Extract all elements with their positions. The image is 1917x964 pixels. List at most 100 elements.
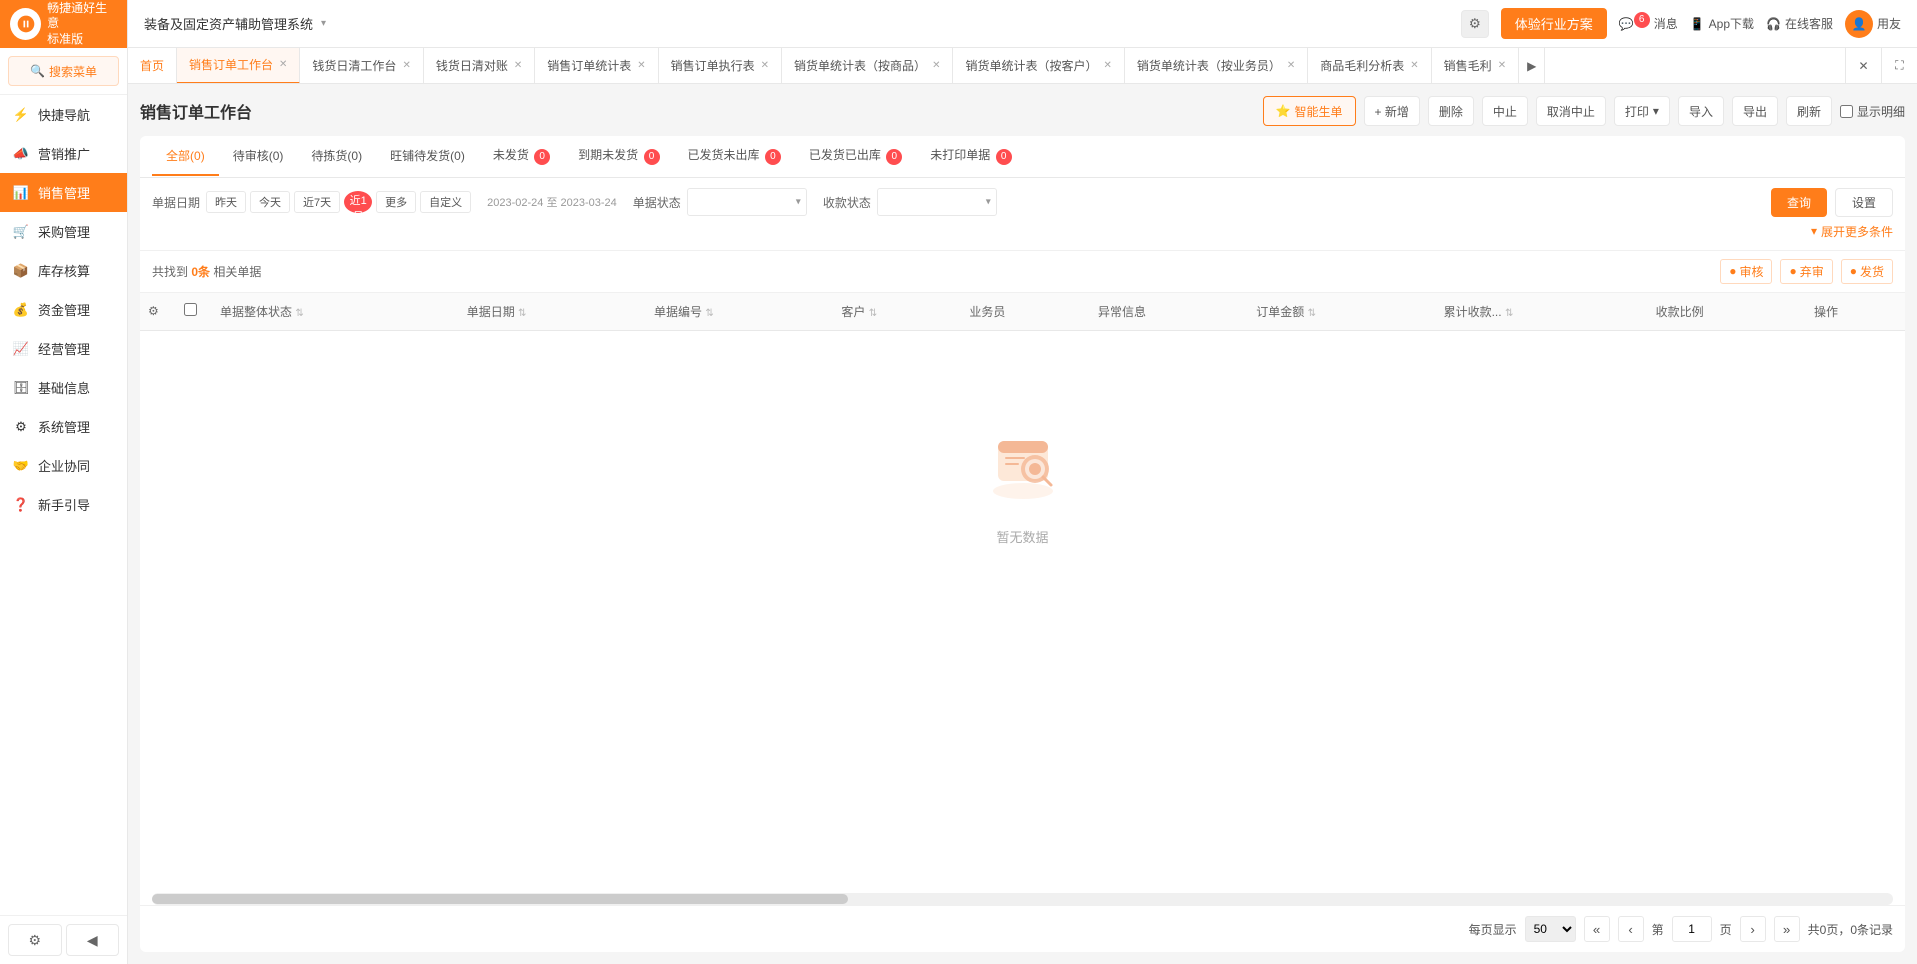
tab-home[interactable]: 首页 — [128, 48, 177, 84]
date-sort-icon[interactable]: ⇅ — [518, 308, 526, 319]
per-page-select[interactable]: 50 100 200 — [1525, 916, 1576, 942]
number-sort-icon[interactable]: ⇅ — [705, 308, 713, 319]
prev-page-button[interactable]: ‹ — [1618, 916, 1644, 942]
filter-tab-not-shipped[interactable]: 未发货 0 — [479, 136, 564, 177]
filter-tab-shipped-not-out[interactable]: 已发货未出库 0 — [674, 136, 795, 177]
delete-button[interactable]: 删除 — [1428, 96, 1474, 126]
sidebar-nav-item-operation[interactable]: 📈 经营管理 — [0, 329, 127, 368]
tab-close-sales-stats[interactable]: ✕ — [637, 60, 645, 71]
more-btn[interactable]: 更多 — [376, 191, 416, 213]
custom-btn[interactable]: 自定义 — [420, 191, 471, 213]
tab-close-sales-workbench[interactable]: ✕ — [279, 59, 287, 70]
last-page-button[interactable]: » — [1774, 916, 1800, 942]
filter-tab-overdue[interactable]: 到期未发货 0 — [564, 136, 673, 177]
tab-close-product-margin[interactable]: ✕ — [1410, 60, 1418, 71]
sidebar-nav-item-marketing[interactable]: 📣 营销推广 — [0, 134, 127, 173]
collected-sort-icon[interactable]: ⇅ — [1505, 308, 1513, 319]
export-button[interactable]: 导出 — [1732, 96, 1778, 126]
tab-fullscreen-button[interactable]: ⛶ — [1881, 48, 1917, 84]
show-detail-input[interactable] — [1840, 105, 1853, 118]
print-button[interactable]: 打印 ▾ — [1614, 96, 1670, 126]
tab-close-sales-summary-customer[interactable]: ✕ — [1103, 60, 1111, 71]
set-button[interactable]: 设置 — [1835, 188, 1893, 217]
filter-tab-shipped-out[interactable]: 已发货已出库 0 — [795, 136, 916, 177]
show-detail-checkbox[interactable]: 显示明细 — [1840, 103, 1905, 120]
col-checkbox[interactable] — [176, 293, 212, 331]
user-tool[interactable]: 👤 用友 — [1845, 10, 1901, 38]
app-download-tool[interactable]: 📱 App下载 — [1690, 15, 1754, 32]
tab-more-button[interactable]: ▶ — [1519, 48, 1545, 84]
ship-batch-button[interactable]: ● 发货 — [1841, 259, 1893, 284]
tab-product-margin[interactable]: 商品毛利分析表 ✕ — [1308, 48, 1431, 84]
yesterday-btn[interactable]: 昨天 — [206, 191, 246, 213]
filter-tab-pending-review[interactable]: 待审核(0) — [219, 137, 298, 176]
tab-close-sales-more[interactable]: ✕ — [1498, 60, 1506, 71]
sidebar-nav-item-system[interactable]: ⚙ 系统管理 — [0, 407, 127, 446]
industry-btn[interactable]: 体验行业方案 — [1501, 8, 1607, 39]
tab-sales-stats[interactable]: 销售订单统计表 ✕ — [535, 48, 658, 84]
payment-select[interactable] — [877, 188, 997, 216]
search-button[interactable]: 查询 — [1771, 188, 1827, 217]
table-scroll-area[interactable]: ⚙ 单据整体状态 ⇅ 单据日期 ⇅ — [140, 293, 1905, 894]
date-filter-label: 单据日期 — [152, 194, 200, 211]
tab-sales-summary-customer[interactable]: 销货单统计表（按客户） ✕ — [953, 48, 1124, 84]
sidebar-nav-item-sales[interactable]: 📊 销售管理 — [0, 173, 127, 212]
sidebar-nav-item-finance[interactable]: 💰 资金管理 — [0, 290, 127, 329]
cancel-review-batch-button[interactable]: ● 弃审 — [1780, 259, 1832, 284]
tab-cash-reconcile[interactable]: 钱货日清对账 ✕ — [424, 48, 535, 84]
collapse-button[interactable]: ◀ — [66, 924, 120, 956]
tab-sales-exec[interactable]: 销售订单执行表 ✕ — [659, 48, 782, 84]
refresh-button[interactable]: 刷新 — [1786, 96, 1832, 126]
sidebar-nav-item-guide[interactable]: ❓ 新手引导 — [0, 485, 127, 524]
tab-cash-daily[interactable]: 钱货日清工作台 ✕ — [300, 48, 423, 84]
filter-tab-pending-pickup[interactable]: 待拣货(0) — [297, 137, 376, 176]
tab-close-cash-daily[interactable]: ✕ — [402, 60, 410, 71]
sidebar-nav-item-purchase[interactable]: 🛒 采购管理 — [0, 212, 127, 251]
settings-bottom-button[interactable]: ⚙ — [8, 924, 62, 956]
stop-button[interactable]: 中止 — [1482, 96, 1528, 126]
tab-close-sales-exec[interactable]: ✕ — [761, 60, 769, 71]
scrollbar-thumb[interactable] — [152, 894, 848, 904]
expand-conditions-button[interactable]: ▾ 展开更多条件 — [1811, 223, 1893, 240]
tab-sales-workbench[interactable]: 销售订单工作台 ✕ — [177, 48, 300, 84]
amount-sort-icon[interactable]: ⇅ — [1308, 308, 1316, 319]
tab-close-cash-reconcile[interactable]: ✕ — [514, 60, 522, 71]
filter-tab-wangpu[interactable]: 旺铺待发货(0) — [376, 137, 479, 176]
col-settings[interactable]: ⚙ — [140, 293, 176, 331]
next-page-button[interactable]: › — [1740, 916, 1766, 942]
col-ratio: 收款比例 — [1648, 293, 1806, 331]
sidebar-nav-item-inventory[interactable]: 📦 库存核算 — [0, 251, 127, 290]
tab-sales-summary-product[interactable]: 销货单统计表（按商品） ✕ — [782, 48, 953, 84]
horizontal-scrollbar[interactable] — [152, 893, 1893, 905]
1month-btn[interactable]: 近1月 — [344, 191, 372, 213]
filter-tab-not-printed[interactable]: 未打印单据 0 — [916, 136, 1025, 177]
review-batch-button[interactable]: ● 审核 — [1720, 259, 1772, 284]
select-all-checkbox[interactable] — [184, 303, 197, 316]
sidebar-nav-item-basic[interactable]: 🗄 基础信息 — [0, 368, 127, 407]
tab-close-all-button[interactable]: ✕ — [1845, 48, 1881, 84]
search-menu-button[interactable]: 🔍 搜索菜单 — [8, 56, 119, 86]
smart-create-button[interactable]: ⭐ 智能生单 — [1263, 96, 1356, 126]
logo-icon — [10, 8, 41, 40]
online-service-tool[interactable]: 🎧 在线客服 — [1766, 15, 1833, 32]
status-select[interactable] — [687, 188, 807, 216]
message-tool[interactable]: 💬 6 消息 — [1619, 15, 1678, 32]
status-sort-icon[interactable]: ⇅ — [295, 308, 303, 319]
7days-btn[interactable]: 近7天 — [294, 191, 340, 213]
import-button[interactable]: 导入 — [1678, 96, 1724, 126]
tab-sales-summary-staff[interactable]: 销货单统计表（按业务员） ✕ — [1125, 48, 1308, 84]
today-btn[interactable]: 今天 — [250, 191, 290, 213]
message-icon: 💬 — [1619, 17, 1634, 31]
add-button[interactable]: + 新增 — [1364, 96, 1420, 126]
tab-close-sales-summary-product[interactable]: ✕ — [932, 60, 940, 71]
first-page-button[interactable]: « — [1584, 916, 1610, 942]
gear-button[interactable]: ⚙ — [1461, 10, 1489, 38]
sidebar-nav-item-coop[interactable]: 🤝 企业协同 — [0, 446, 127, 485]
tab-sales-more[interactable]: 销售毛利 ✕ — [1432, 48, 1519, 84]
customer-sort-icon[interactable]: ⇅ — [869, 308, 877, 319]
page-input[interactable] — [1672, 916, 1712, 942]
sidebar-nav-item-quick-nav[interactable]: ⚡ 快捷导航 — [0, 95, 127, 134]
cancel-stop-button[interactable]: 取消中止 — [1536, 96, 1606, 126]
filter-tab-all[interactable]: 全部(0) — [152, 137, 219, 176]
tab-close-sales-summary-staff[interactable]: ✕ — [1287, 60, 1295, 71]
